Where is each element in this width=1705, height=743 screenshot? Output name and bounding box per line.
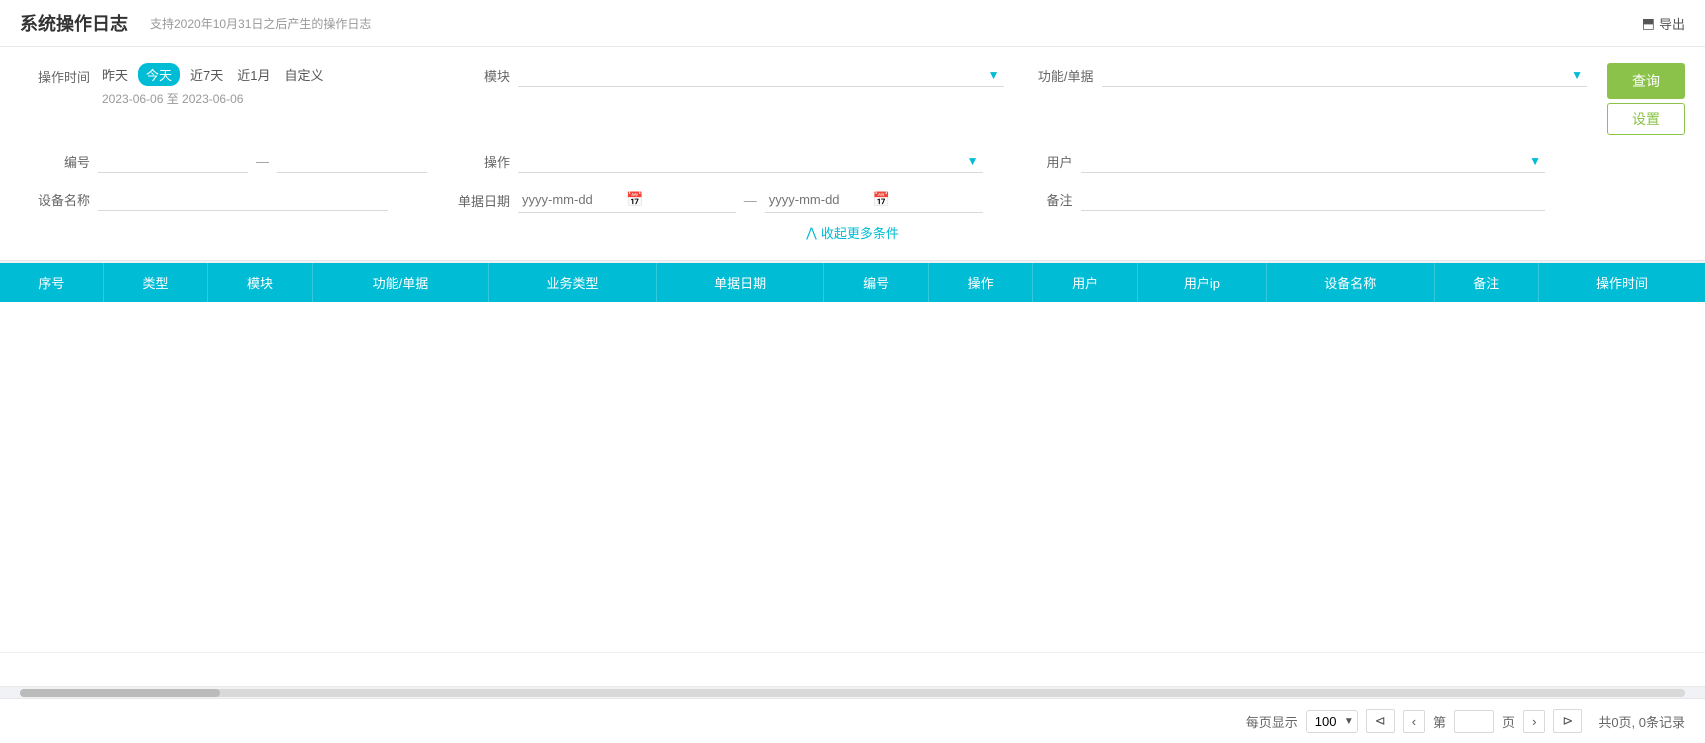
col-id: 编号 — [824, 263, 928, 302]
col-biz-type: 业务类型 — [489, 263, 657, 302]
remark-input[interactable] — [1081, 187, 1546, 211]
table-header: 序号 类型 模块 功能/单据 业务类型 单据日期 编号 操作 用户 用户ip 设… — [0, 263, 1705, 302]
date-end-input[interactable] — [769, 192, 869, 207]
operation-select[interactable] — [518, 149, 983, 173]
col-seq: 序号 — [0, 263, 103, 302]
last-page-button[interactable]: ⊳ — [1553, 709, 1582, 733]
col-user-ip: 用户ip — [1137, 263, 1266, 302]
scrollbar-track[interactable] — [20, 689, 1685, 697]
export-button[interactable]: ⬒ 导出 — [1642, 14, 1685, 33]
function-select[interactable] — [1102, 63, 1588, 87]
col-remark: 备注 — [1434, 263, 1538, 302]
prev-page-button[interactable]: ‹ — [1403, 710, 1425, 733]
page-title: 系统操作日志 — [20, 10, 128, 36]
per-page-label: 每页显示 — [1246, 712, 1298, 731]
time-label: 操作时间 — [20, 63, 90, 86]
data-table: 序号 类型 模块 功能/单据 业务类型 单据日期 编号 操作 用户 用户ip 设… — [0, 263, 1705, 653]
col-function: 功能/单据 — [312, 263, 488, 302]
table-body — [0, 302, 1705, 652]
time-btn-today[interactable]: 今天 — [138, 63, 180, 86]
id-dash: — — [256, 154, 269, 169]
device-label: 设备名称 — [20, 190, 90, 209]
filter-area: 操作时间 昨天 今天 近7天 近1月 自定义 2023-06-06 至 2023… — [0, 47, 1705, 261]
col-device: 设备名称 — [1266, 263, 1434, 302]
time-btn-yesterday[interactable]: 昨天 — [98, 63, 132, 86]
empty-cell — [0, 302, 1705, 652]
scrollbar-thumb[interactable] — [20, 689, 220, 697]
col-operation: 操作 — [928, 263, 1032, 302]
per-page-select[interactable]: 100 50 200 — [1306, 710, 1358, 733]
user-select[interactable] — [1081, 149, 1546, 173]
calendar-start-icon[interactable]: 📅 — [626, 191, 643, 208]
date-start-input[interactable] — [522, 192, 622, 207]
page-subtitle: 支持2020年10月31日之后产生的操作日志 — [150, 15, 371, 32]
export-icon: ⬒ — [1642, 15, 1655, 32]
per-page-wrapper: 100 50 200 ▼ — [1306, 710, 1358, 733]
function-label: 功能/单据 — [1024, 66, 1094, 85]
date-dash: — — [744, 193, 757, 208]
page-label: 第 — [1433, 712, 1446, 731]
col-user: 用户 — [1033, 263, 1137, 302]
col-module: 模块 — [208, 263, 312, 302]
collapse-button[interactable]: ⋀ 收起更多条件 — [806, 223, 899, 242]
voucher-date-label: 单据日期 — [440, 191, 510, 210]
page-unit: 页 — [1502, 712, 1515, 731]
settings-button[interactable]: 设置 — [1607, 103, 1685, 135]
next-page-button[interactable]: › — [1523, 710, 1545, 733]
device-input[interactable] — [98, 187, 388, 211]
time-btn-custom[interactable]: 自定义 — [281, 63, 328, 86]
table-wrapper: 序号 类型 模块 功能/单据 业务类型 单据日期 编号 操作 用户 用户ip 设… — [0, 263, 1705, 686]
user-label: 用户 — [1003, 152, 1073, 171]
remark-label: 备注 — [1003, 190, 1073, 209]
page-input[interactable]: 1 — [1454, 710, 1494, 733]
id-input-start[interactable] — [98, 149, 248, 173]
total-info: 共0页, 0条记录 — [1598, 712, 1685, 731]
query-button[interactable]: 查询 — [1607, 63, 1685, 99]
module-select[interactable] — [518, 63, 1004, 87]
pagination-bar: 每页显示 100 50 200 ▼ ⊲ ‹ 第 1 页 › ⊳ 共0页, 0条记… — [0, 698, 1705, 743]
collapse-row: ⋀ 收起更多条件 — [20, 217, 1685, 250]
page-header: 系统操作日志 支持2020年10月31日之后产生的操作日志 ⬒ 导出 — [0, 0, 1705, 47]
time-btn-7days[interactable]: 近7天 — [186, 63, 227, 86]
calendar-end-icon[interactable]: 📅 — [873, 191, 890, 208]
time-range: 2023-06-06 至 2023-06-06 — [102, 90, 328, 107]
col-voucher-date: 单据日期 — [656, 263, 824, 302]
module-label: 模块 — [440, 66, 510, 85]
collapse-icon: ⋀ — [806, 225, 817, 241]
time-btn-1month[interactable]: 近1月 — [233, 63, 274, 86]
col-type: 类型 — [103, 263, 207, 302]
id-input-end[interactable] — [277, 149, 427, 173]
first-page-button[interactable]: ⊲ — [1366, 709, 1395, 733]
col-op-time: 操作时间 — [1539, 263, 1705, 302]
scrollbar-area[interactable] — [0, 686, 1705, 698]
operation-label: 操作 — [440, 152, 510, 171]
id-label: 编号 — [20, 152, 90, 171]
